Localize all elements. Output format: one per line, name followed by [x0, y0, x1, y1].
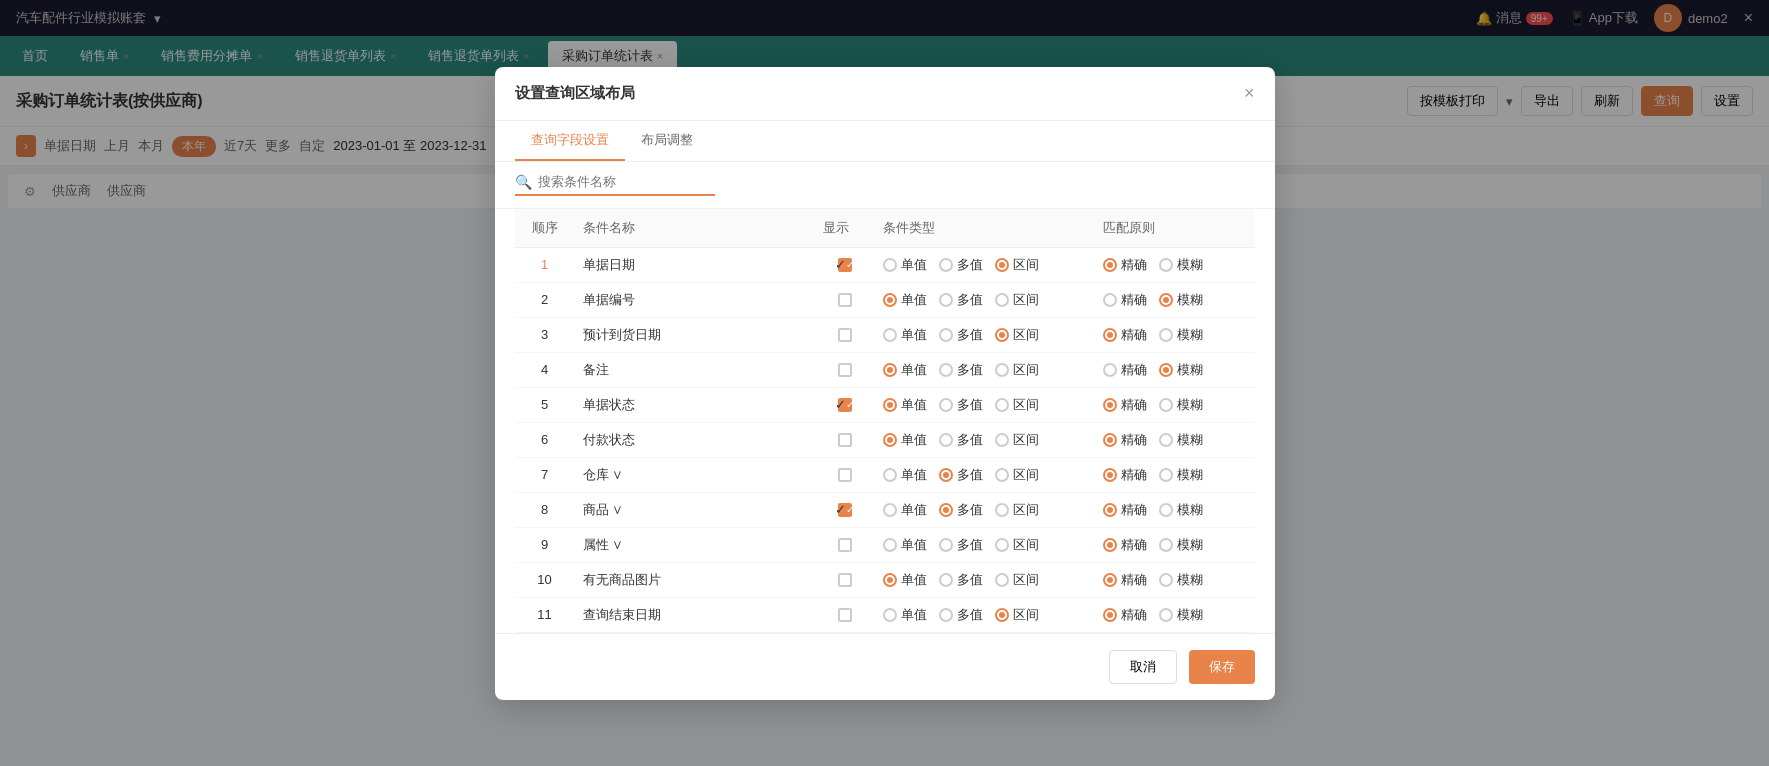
tab-query-fields[interactable]: 查询字段设置	[515, 121, 625, 161]
dialog-search-area: 🔍	[495, 162, 1275, 209]
settings-dialog: 设置查询区域布局 × 查询字段设置 布局调整 🔍 顺序	[495, 67, 1275, 218]
dialog-title: 设置查询区域布局	[515, 84, 635, 103]
dialog-close-button[interactable]: ×	[1244, 83, 1255, 104]
dialog-header: 设置查询区域布局 ×	[495, 67, 1275, 121]
search-icon: 🔍	[515, 174, 532, 190]
search-input[interactable]	[538, 174, 715, 189]
settings-table: 顺序 条件名称 显示 条件类型 匹配原则 1单据日期✓单值多值区间精确模糊2单据…	[495, 209, 1275, 218]
tab-query-fields-label: 查询字段设置	[531, 132, 609, 147]
tab-layout-adjust[interactable]: 布局调整	[625, 121, 709, 161]
tab-layout-adjust-label: 布局调整	[641, 132, 693, 147]
col-header-match-rule: 匹配原则	[1095, 209, 1255, 218]
col-header-display: 显示	[815, 209, 875, 218]
col-header-cond-type: 条件类型	[875, 209, 1095, 218]
col-header-order: 顺序	[515, 209, 575, 218]
search-box: 🔍	[515, 174, 715, 196]
modal-overlay: 设置查询区域布局 × 查询字段设置 布局调整 🔍 顺序	[0, 0, 1769, 217]
dialog-tabs: 查询字段设置 布局调整	[495, 121, 1275, 162]
col-header-name: 条件名称	[575, 209, 815, 218]
